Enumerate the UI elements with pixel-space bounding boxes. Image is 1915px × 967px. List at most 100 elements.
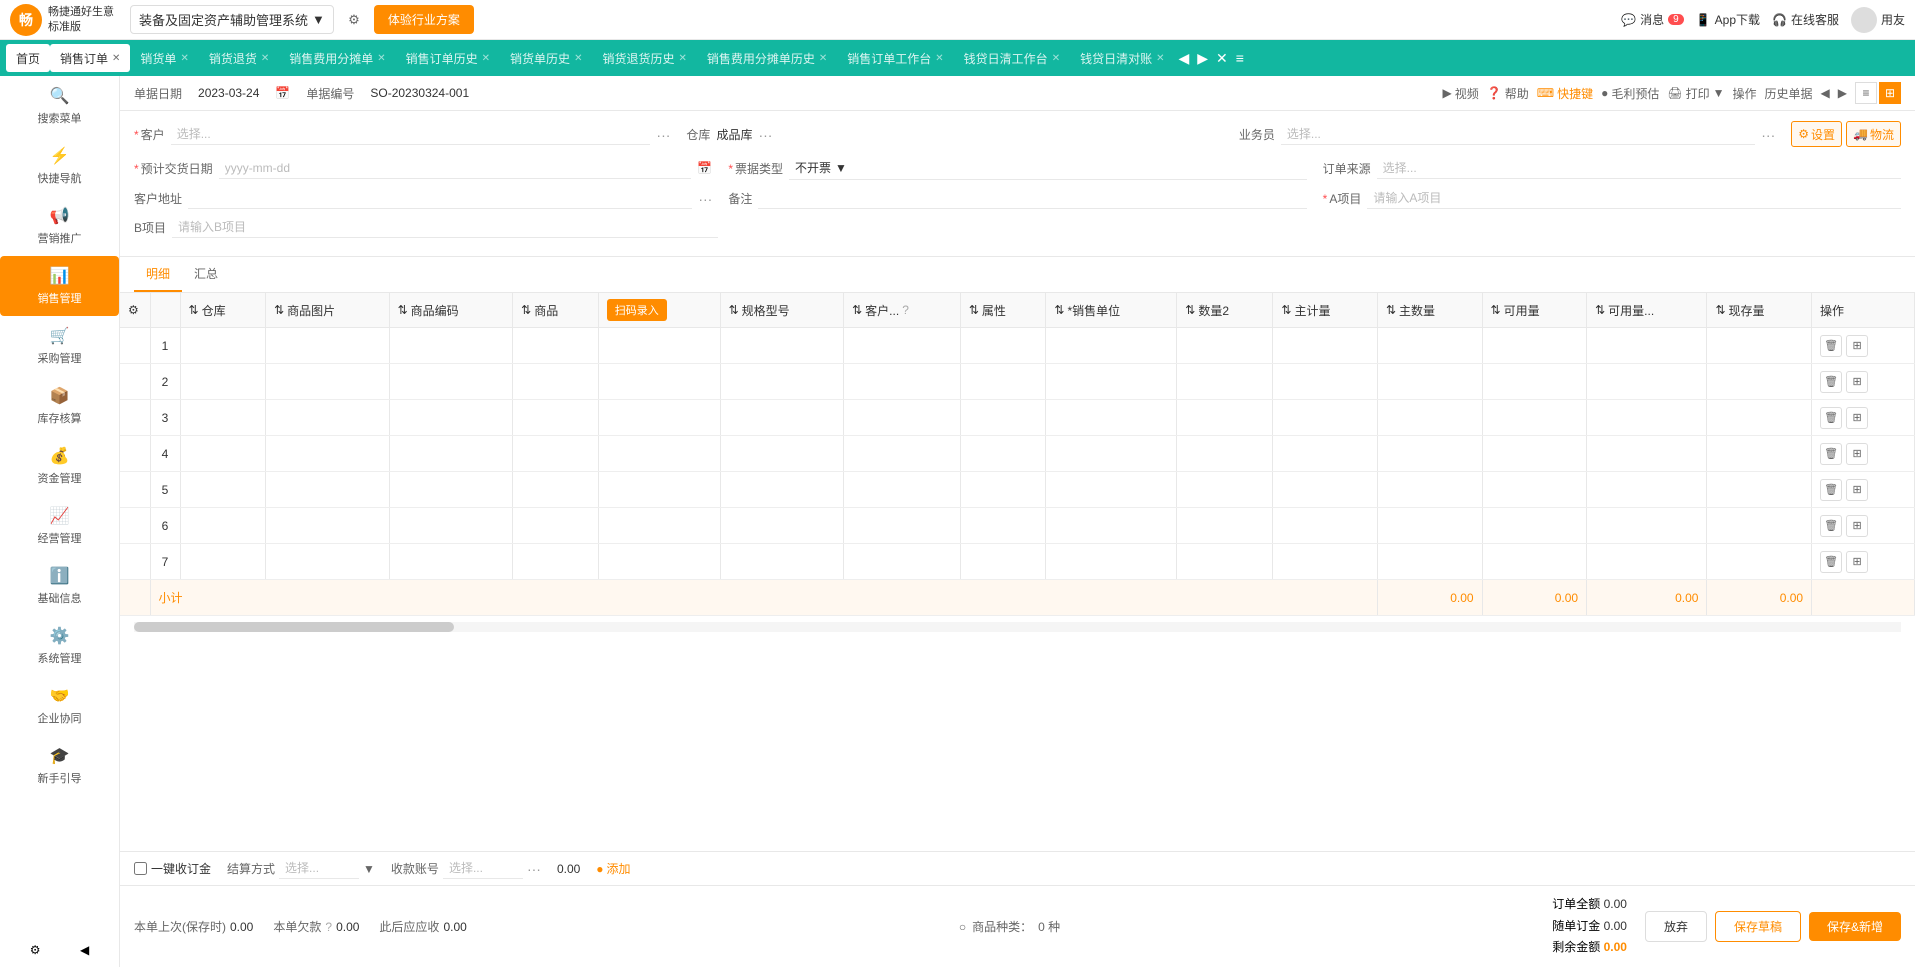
row-code-1[interactable] [389, 328, 513, 364]
row-spec-1[interactable] [720, 328, 844, 364]
th-qty2[interactable]: ⇅ 数量2 [1177, 293, 1273, 328]
row-product-1[interactable] [513, 328, 599, 364]
profit-action[interactable]: ● 毛利预估 [1601, 85, 1659, 102]
scan-button[interactable]: 扫码录入 [607, 299, 667, 321]
tab-expense[interactable]: 销售费用分摊单 ✕ [279, 44, 395, 72]
row-copy-4[interactable]: ⊞ [1846, 443, 1868, 465]
help-action[interactable]: ❓ 帮助 [1487, 85, 1529, 102]
address-more-icon[interactable]: ··· [698, 191, 712, 207]
tab-close-icon[interactable]: ✕ [1156, 53, 1164, 64]
row-warehouse-1[interactable] [180, 328, 266, 364]
tab-invoice-history[interactable]: 销货单历史 ✕ [500, 44, 592, 72]
one-click-checkbox-input[interactable] [134, 862, 147, 875]
tab-order-history[interactable]: 销售订单历史 ✕ [396, 44, 500, 72]
th-product-image[interactable]: ⇅ 商品图片 [266, 293, 390, 328]
tab-close-icon[interactable]: ✕ [261, 53, 269, 64]
row-copy-3[interactable]: ⊞ [1846, 407, 1868, 429]
sidebar-item-inventory[interactable]: 📦 库存核算 [0, 376, 119, 436]
row-customer-code-1[interactable] [844, 328, 961, 364]
tab-close-icon[interactable]: ✕ [678, 53, 686, 64]
sidebar-item-marketing[interactable]: 📢 营销推广 [0, 196, 119, 256]
online-service-item[interactable]: 🎧 在线客服 [1772, 11, 1839, 28]
row-copy-1[interactable]: ⊞ [1846, 335, 1868, 357]
row-delete-4[interactable]: 🗑 [1820, 443, 1842, 465]
row-delete-6[interactable]: 🗑 [1820, 515, 1842, 537]
th-main-qty[interactable]: ⇅ 主数量 [1377, 293, 1482, 328]
th-spec[interactable]: ⇅ 规格型号 [720, 293, 844, 328]
th-available[interactable]: ⇅ 可用量 [1482, 293, 1587, 328]
tab-close-icon[interactable]: ✕ [1052, 53, 1060, 64]
row-delete-7[interactable]: 🗑 [1820, 551, 1842, 573]
th-warehouse[interactable]: ⇅ 仓库 [180, 293, 266, 328]
salesperson-more-icon[interactable]: ··· [1761, 127, 1775, 143]
row-copy-5[interactable]: ⊞ [1846, 479, 1868, 501]
b-project-input[interactable] [172, 217, 718, 238]
invoice-type-select[interactable]: 不开票 ▼ [789, 156, 1307, 180]
sidebar-item-finance[interactable]: 💰 资金管理 [0, 436, 119, 496]
save-new-button[interactable]: 保存&新增 [1809, 912, 1901, 941]
sidebar-settings-icon[interactable]: ⚙ [30, 943, 41, 957]
tab-loan-workbench[interactable]: 钱贷日清工作台 ✕ [954, 44, 1070, 72]
system-dropdown[interactable]: 装备及固定资产辅助管理系统 ▼ [130, 5, 334, 34]
sidebar-item-sales[interactable]: 📊 销售管理 [0, 256, 119, 316]
customer-address-input[interactable] [188, 188, 692, 209]
payment-chevron-icon[interactable]: ▼ [363, 862, 375, 876]
th-unit[interactable]: ⇅ *销售单位 [1046, 293, 1177, 328]
print-action[interactable]: 🖨 打印 ▼ [1667, 85, 1724, 102]
tab-close-icon[interactable]: ✕ [112, 53, 120, 64]
tab-home[interactable]: 首页 [6, 44, 50, 72]
user-item[interactable]: 用友 [1851, 7, 1905, 33]
sidebar-item-search[interactable]: 🔍 搜索菜单 [0, 76, 119, 136]
calendar-icon[interactable]: 📅 [275, 86, 290, 100]
tab-close-all-button[interactable]: ✕ [1212, 50, 1232, 67]
operation-action[interactable]: 操作 [1733, 85, 1757, 102]
row-main-qty-1[interactable] [1377, 328, 1482, 364]
tab-sales-order[interactable]: 销售订单 ✕ [50, 44, 130, 72]
logistics-side-btn[interactable]: 🚚 物流 [1846, 121, 1901, 147]
th-stock[interactable]: ⇅ 现存量 [1707, 293, 1812, 328]
detail-tab-detail[interactable]: 明细 [134, 257, 182, 292]
tab-return-history[interactable]: 销货退货历史 ✕ [592, 44, 696, 72]
row-delete-5[interactable]: 🗑 [1820, 479, 1842, 501]
receipt-account-input[interactable] [443, 858, 523, 879]
a-project-input[interactable] [1367, 188, 1901, 209]
order-source-input[interactable] [1377, 158, 1901, 179]
tab-menu-button[interactable]: ≡ [1232, 50, 1248, 66]
tab-return[interactable]: 销货退货 ✕ [199, 44, 279, 72]
settings-side-btn[interactable]: ⚙ 设置 [1791, 121, 1842, 147]
row-copy-6[interactable]: ⊞ [1846, 515, 1868, 537]
detail-tab-summary[interactable]: 汇总 [182, 257, 230, 292]
sidebar-item-collab[interactable]: 🤝 企业协同 [0, 676, 119, 736]
tab-close-icon[interactable]: ✕ [180, 53, 188, 64]
row-main-unit-1[interactable] [1273, 328, 1378, 364]
discard-button[interactable]: 放弃 [1645, 911, 1707, 942]
row-qty2-1[interactable] [1177, 328, 1273, 364]
tab-close-icon[interactable]: ✕ [935, 53, 943, 64]
app-download-item[interactable]: 📱 App下载 [1696, 11, 1760, 28]
th-settings[interactable]: ⚙ [120, 293, 150, 328]
tab-close-icon[interactable]: ✕ [377, 53, 385, 64]
row-unit-1[interactable] [1046, 328, 1177, 364]
one-click-checkbox[interactable]: 一键收订金 [134, 860, 211, 877]
salesperson-input[interactable] [1281, 124, 1755, 145]
tab-loan-reconcile[interactable]: 钱贷日清对账 ✕ [1070, 44, 1174, 72]
sidebar-item-operations[interactable]: 📈 经营管理 [0, 496, 119, 556]
row-copy-7[interactable]: ⊞ [1846, 551, 1868, 573]
warehouse-more-icon[interactable]: ··· [758, 127, 772, 143]
th-available2[interactable]: ⇅ 可用量... [1587, 293, 1707, 328]
row-copy-2[interactable]: ⊞ [1846, 371, 1868, 393]
row-delete-3[interactable]: 🗑 [1820, 407, 1842, 429]
receipt-more-icon[interactable]: ··· [527, 861, 541, 877]
th-scan[interactable]: 扫码录入 [598, 293, 720, 328]
save-draft-button[interactable]: 保存草稿 [1715, 911, 1801, 942]
payment-method-input[interactable] [279, 858, 359, 879]
add-button[interactable]: ● 添加 [596, 860, 630, 877]
th-attr[interactable]: ⇅ 属性 [960, 293, 1046, 328]
table-scroll[interactable]: ⚙ ⇅ 仓库 ⇅ 商品图片 [120, 293, 1915, 851]
sidebar-item-quicknav[interactable]: ⚡ 快捷导航 [0, 136, 119, 196]
tab-close-icon[interactable]: ✕ [482, 53, 490, 64]
sidebar-item-system[interactable]: ⚙️ 系统管理 [0, 616, 119, 676]
customer-more-icon[interactable]: ··· [656, 127, 670, 143]
customer-input[interactable] [171, 124, 651, 145]
shortcut-action[interactable]: ⌨ 快捷键 [1537, 85, 1593, 102]
